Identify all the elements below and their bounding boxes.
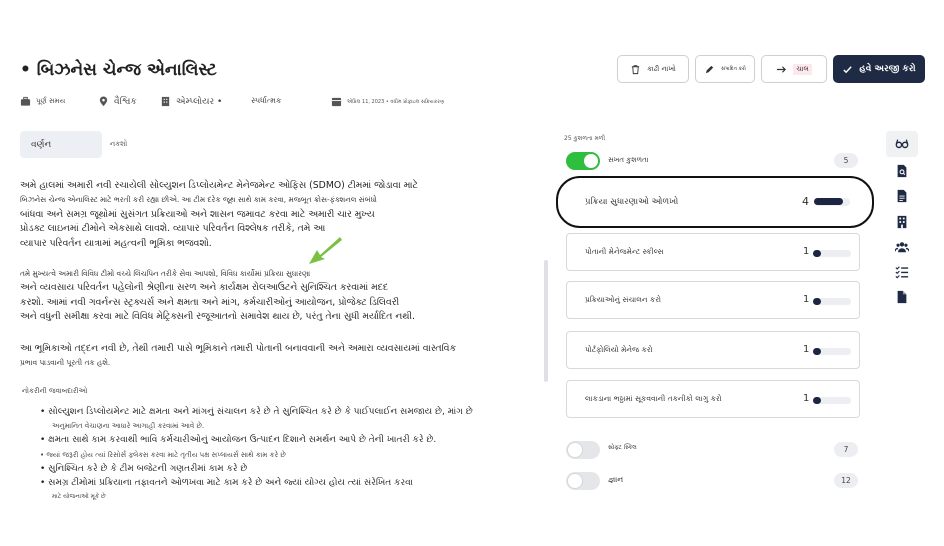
description-paragraph-1: અમે હાલમાં અમારી નવી રચાયેલી સોલ્યુશન ડિ… — [20, 180, 418, 249]
skill-level-bar — [813, 298, 851, 305]
list-item: • સોલ્યુશન ડિપ્લોયમેન્ટ માટે ક્ષમતા અને … — [40, 407, 473, 417]
glasses-icon[interactable] — [886, 131, 918, 157]
salary: સ્પર્ધાત્મક — [251, 96, 282, 105]
delete-button[interactable]: કાઢી નાખો — [617, 55, 689, 83]
checklist-icon[interactable] — [894, 264, 910, 280]
apply-now-label: હવે અરજી કરો — [859, 64, 916, 74]
file-icon[interactable] — [894, 289, 910, 305]
check-icon — [843, 65, 853, 73]
list-item: • સુનિશ્ચિત કરે છે કે ટીમ બજેટની ગણતરીમા… — [40, 463, 248, 474]
list-item: અનુમાનિત વેચાણના આધારે આગાહી કરવામાં આવે… — [52, 422, 205, 431]
document-icon[interactable] — [894, 188, 910, 204]
trash-icon — [631, 64, 640, 74]
skill-card[interactable]: પ્રક્રિયા સુધારણાઓ ઓળખો 4 — [556, 176, 874, 228]
move-button[interactable]: ચાલ — [761, 55, 827, 83]
soft-skills-count: 7 — [834, 442, 858, 457]
apply-now-button[interactable]: હવે અરજી કરો — [833, 55, 925, 83]
file-search-icon[interactable] — [894, 163, 910, 179]
page-title: • બિઝનેસ ચેન્જ એનાલિસ્ટ — [20, 60, 217, 80]
list-item: • જ્યાં જરૂરી હોય ત્યાં રિસોર્સ ફ્લેક્સ … — [40, 450, 286, 459]
side-toolbar — [880, 131, 924, 304]
skill-level-bar — [813, 397, 851, 404]
list-item: • સમગ્ર ટીમોમાં પ્રક્રિયાના તફાવતને ઓળખવ… — [40, 477, 413, 488]
responsibilities-heading: નોકરીની જવાબદારીઓ — [22, 387, 88, 395]
building-icon — [161, 96, 170, 107]
responsibilities-list: • સોલ્યુશન ડિપ્લોયમેન્ટ માટે ક્ષમતા અને … — [40, 405, 473, 500]
delete-button-label: કાઢી નાખો — [647, 64, 676, 73]
tab-description[interactable]: વર્ણન — [20, 131, 102, 158]
building-icon[interactable] — [894, 214, 910, 230]
list-item: • ક્ષમતા સાથે કામ કરવાથી ભાવિ કર્મચારીઓન… — [40, 435, 437, 446]
description-paragraph-2: તમે મુખ્યત્વે અમારી વિવિધ ટીમો વચ્ચે લિં… — [20, 269, 415, 323]
pencil-icon — [705, 65, 714, 73]
description-paragraph-3: આ ભૂમિકાઓ તદ્દન નવી છે, તેથી તમારી પાસે … — [20, 343, 457, 368]
job-location: વૈશ્વિક — [98, 96, 137, 107]
tab-map[interactable]: નકશો — [110, 140, 127, 149]
employer: એમ્પ્લોયર • — [160, 96, 222, 107]
location-pin-icon — [99, 96, 108, 107]
skill-card[interactable]: પોર્ટફોલિયો મેનેજ કરો 1 — [566, 331, 860, 369]
skill-card[interactable]: પોતાની મેનેજમેન્ટ સ્કીલ્સ 1 — [566, 233, 860, 271]
posted-date: એપ્રિલ 11, 2023 • વધીમ પ્રોફાઇલ સક્રિયકર… — [331, 96, 444, 107]
briefcase-icon — [20, 96, 31, 106]
skill-card[interactable]: લાકડાના ભઠ્ઠામાં સૂકવવાની તકનીકો લાગુ કર… — [566, 380, 860, 418]
knowledge-count: 12 — [834, 473, 858, 488]
hard-skills-count: 5 — [834, 153, 858, 168]
users-icon[interactable] — [894, 239, 910, 255]
edit-button-label: સંપાદિત કરો — [721, 66, 746, 72]
list-item: માટે યોજનાઓ મૂકે છે — [52, 493, 106, 501]
soft-skills-toggle[interactable] — [566, 441, 600, 459]
hard-skills-toggle[interactable] — [566, 152, 600, 170]
skill-level-bar — [813, 250, 851, 257]
arrow-pointer-icon — [309, 237, 342, 264]
knowledge-label: જ્ઞાન — [608, 475, 624, 484]
hard-skills-label: સખત કુશળતા — [608, 156, 649, 164]
soft-skills-label: સોફ્ટ સ્કિલ — [608, 444, 637, 451]
skill-card[interactable]: પ્રક્રિયાઓનું સંચાલન કરો 1 — [566, 281, 860, 319]
skill-level-bar — [813, 348, 851, 355]
knowledge-toggle[interactable] — [566, 472, 600, 490]
scrollbar[interactable] — [544, 260, 548, 382]
calendar-icon — [331, 97, 342, 107]
arrow-right-icon — [777, 65, 787, 73]
edit-button[interactable]: સંપાદિત કરો — [695, 55, 755, 83]
skills-count: 25 કુશળતા મળી — [564, 135, 606, 142]
move-button-label: ચાલ — [793, 63, 812, 75]
job-type: પૂર્ણ સમય — [20, 96, 65, 107]
skill-level-bar — [814, 198, 850, 206]
